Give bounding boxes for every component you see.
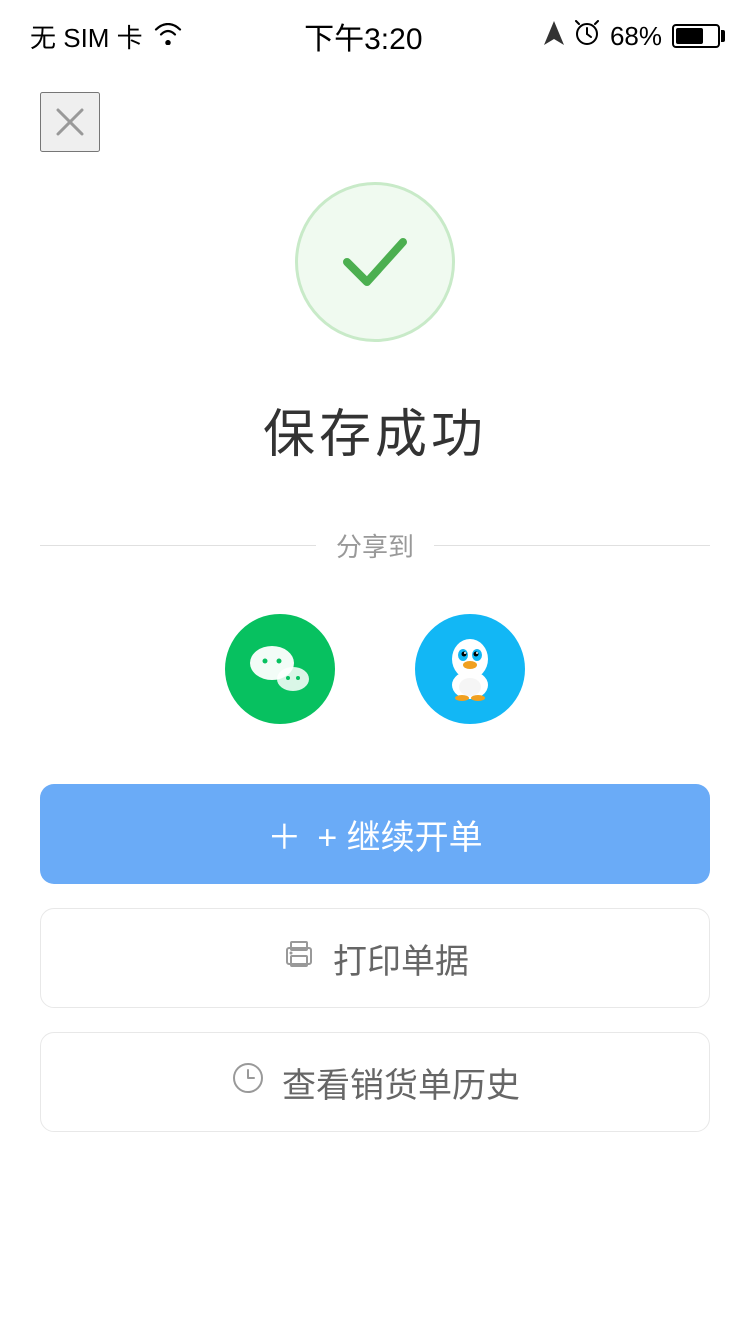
action-buttons: ＋ + 继续开单 打印单据 查看销货单历 [40,784,710,1132]
history-button[interactable]: 查看销货单历史 [40,1032,710,1132]
print-button[interactable]: 打印单据 [40,908,710,1008]
plus-icon: ＋ [267,810,301,859]
status-bar: 无 SIM 卡 下午3:20 68% [0,0,750,72]
success-circle [295,182,455,342]
main-content: 保存成功 分享到 [0,72,750,1334]
print-icon [281,936,317,981]
location-icon [544,21,564,52]
status-right: 68% [544,20,720,53]
wifi-icon [153,21,183,52]
continue-order-label: + 继续开单 [317,810,482,859]
history-icon [230,1060,266,1105]
alarm-icon [574,20,600,53]
share-divider: 分享到 [40,527,710,564]
continue-order-button[interactable]: ＋ + 继续开单 [40,784,710,884]
wechat-share-button[interactable] [225,614,335,724]
battery-icon [672,24,720,48]
qq-share-button[interactable] [415,614,525,724]
battery-percent: 68% [610,21,662,52]
share-label: 分享到 [336,527,414,564]
success-title: 保存成功 [263,392,487,467]
status-left: 无 SIM 卡 [30,18,183,55]
checkmark-icon [335,220,415,305]
carrier-text: 无 SIM 卡 [30,18,143,55]
share-icons [40,614,710,724]
print-label: 打印单据 [333,934,469,983]
status-time: 下午3:20 [304,14,422,58]
share-section: 分享到 [40,527,710,724]
history-label: 查看销货单历史 [282,1058,520,1107]
close-button[interactable] [40,92,100,152]
